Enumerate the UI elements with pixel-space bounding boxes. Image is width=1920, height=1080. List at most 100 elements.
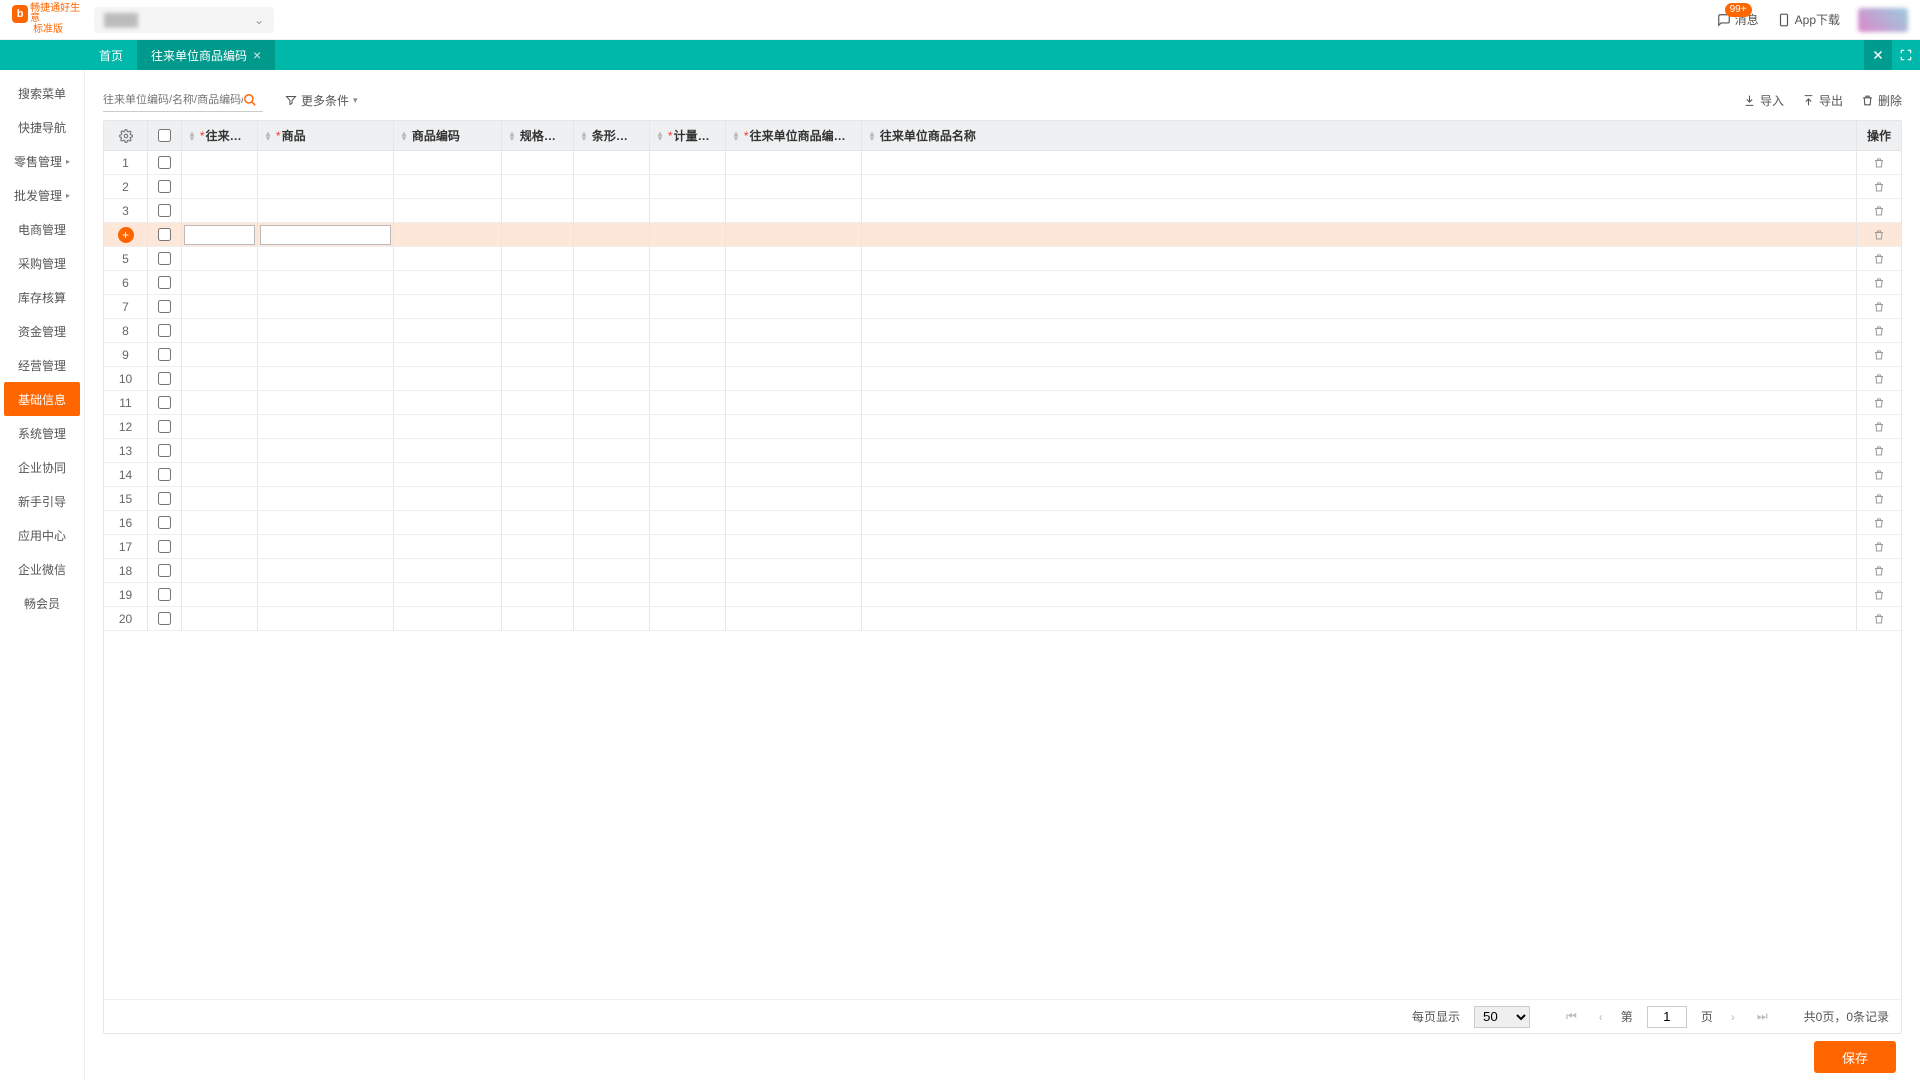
table-row[interactable]: +16 [104, 511, 1901, 535]
cell-partner-name[interactable] [862, 175, 1857, 198]
trash-icon[interactable] [1873, 613, 1885, 625]
trash-icon[interactable] [1873, 373, 1885, 385]
cell-unit[interactable] [650, 247, 726, 270]
cell-partner-code[interactable] [726, 175, 862, 198]
table-row[interactable]: +8 [104, 319, 1901, 343]
column-partner[interactable]: ▲▼*往来… [182, 121, 258, 150]
trash-icon[interactable] [1873, 589, 1885, 601]
table-row[interactable]: +3 [104, 199, 1901, 223]
column-spec[interactable]: ▲▼规格… [502, 121, 574, 150]
trash-icon[interactable] [1873, 157, 1885, 169]
cell-partner-name[interactable] [862, 583, 1857, 606]
cell-barcode[interactable] [574, 391, 650, 414]
row-checkbox[interactable] [158, 420, 171, 433]
cell-unit[interactable] [650, 391, 726, 414]
cell-unit[interactable] [650, 319, 726, 342]
row-checkbox[interactable] [158, 324, 171, 337]
row-checkbox[interactable] [158, 612, 171, 625]
cell-partner-code[interactable] [726, 535, 862, 558]
partner-input[interactable] [184, 225, 255, 245]
table-row[interactable]: +13 [104, 439, 1901, 463]
cell-product-code[interactable] [394, 367, 502, 390]
search-input[interactable] [103, 94, 243, 106]
table-row[interactable]: +5 [104, 247, 1901, 271]
cell-product-code[interactable] [394, 343, 502, 366]
cell-spec[interactable] [502, 463, 574, 486]
cell-unit[interactable] [650, 535, 726, 558]
cell-product-code[interactable] [394, 247, 502, 270]
cell-partner-name[interactable] [862, 319, 1857, 342]
pager-last-icon[interactable]: ⏭ [1753, 1009, 1772, 1024]
cell-product-code[interactable] [394, 583, 502, 606]
cell-barcode[interactable] [574, 223, 650, 246]
cell-spec[interactable] [502, 151, 574, 174]
cell-barcode[interactable] [574, 439, 650, 462]
trash-icon[interactable] [1873, 421, 1885, 433]
cell-spec[interactable] [502, 223, 574, 246]
trash-icon[interactable] [1873, 205, 1885, 217]
sidebar-item-12[interactable]: 新手引导 [0, 484, 84, 518]
sidebar-item-3[interactable]: 批发管理▸ [0, 178, 84, 212]
table-row[interactable]: +18 [104, 559, 1901, 583]
cell-product-code[interactable] [394, 271, 502, 294]
pager-next-icon[interactable]: › [1727, 1010, 1739, 1024]
cell-unit[interactable] [650, 175, 726, 198]
cell-spec[interactable] [502, 343, 574, 366]
cell-spec[interactable] [502, 559, 574, 582]
cell-product[interactable] [258, 487, 394, 510]
table-row[interactable]: +19 [104, 583, 1901, 607]
product-input[interactable] [260, 225, 391, 245]
page-input[interactable] [1647, 1006, 1687, 1028]
cell-partner[interactable] [182, 367, 258, 390]
cell-barcode[interactable] [574, 199, 650, 222]
cell-partner-code[interactable] [726, 319, 862, 342]
table-row[interactable]: +7 [104, 295, 1901, 319]
row-checkbox[interactable] [158, 588, 171, 601]
cell-product-code[interactable] [394, 607, 502, 630]
cell-partner-code[interactable] [726, 439, 862, 462]
cell-product[interactable] [258, 151, 394, 174]
row-checkbox[interactable] [158, 372, 171, 385]
cell-product[interactable] [258, 295, 394, 318]
cell-spec[interactable] [502, 391, 574, 414]
column-partner-name[interactable]: ▲▼往来单位商品名称 [862, 121, 1857, 150]
cell-partner[interactable] [182, 175, 258, 198]
tab-partner-product-code[interactable]: 往来单位商品编码 × [137, 40, 275, 70]
cell-barcode[interactable] [574, 607, 650, 630]
cell-unit[interactable] [650, 199, 726, 222]
cell-product[interactable] [258, 511, 394, 534]
table-row[interactable]: +20 [104, 607, 1901, 631]
cell-product[interactable] [258, 535, 394, 558]
cell-partner-code[interactable] [726, 223, 862, 246]
cell-partner[interactable] [182, 247, 258, 270]
cell-partner-code[interactable] [726, 487, 862, 510]
tab-home[interactable]: 首页 [85, 40, 137, 70]
cell-barcode[interactable] [574, 511, 650, 534]
cell-unit[interactable] [650, 367, 726, 390]
cell-unit[interactable] [650, 343, 726, 366]
cell-partner-name[interactable] [862, 487, 1857, 510]
row-checkbox[interactable] [158, 156, 171, 169]
cell-spec[interactable] [502, 607, 574, 630]
sidebar-item-14[interactable]: 企业微信 [0, 552, 84, 586]
cell-partner-name[interactable] [862, 247, 1857, 270]
sidebar-item-0[interactable]: 搜索菜单 [0, 76, 84, 110]
column-select-all[interactable] [148, 121, 182, 150]
cell-partner[interactable] [182, 199, 258, 222]
more-filters-button[interactable]: 更多条件 ▾ [285, 92, 358, 109]
cell-product-code[interactable] [394, 391, 502, 414]
export-button[interactable]: 导出 [1802, 92, 1843, 109]
cell-spec[interactable] [502, 295, 574, 318]
cell-product[interactable] [258, 607, 394, 630]
cell-partner[interactable] [182, 343, 258, 366]
table-row[interactable]: +15 [104, 487, 1901, 511]
trash-icon[interactable] [1873, 445, 1885, 457]
cell-partner-name[interactable] [862, 199, 1857, 222]
import-button[interactable]: 导入 [1743, 92, 1784, 109]
trash-icon[interactable] [1873, 565, 1885, 577]
cell-product[interactable] [258, 271, 394, 294]
column-product[interactable]: ▲▼*商品 [258, 121, 394, 150]
cell-unit[interactable] [650, 151, 726, 174]
row-checkbox[interactable] [158, 492, 171, 505]
cell-product-code[interactable] [394, 319, 502, 342]
